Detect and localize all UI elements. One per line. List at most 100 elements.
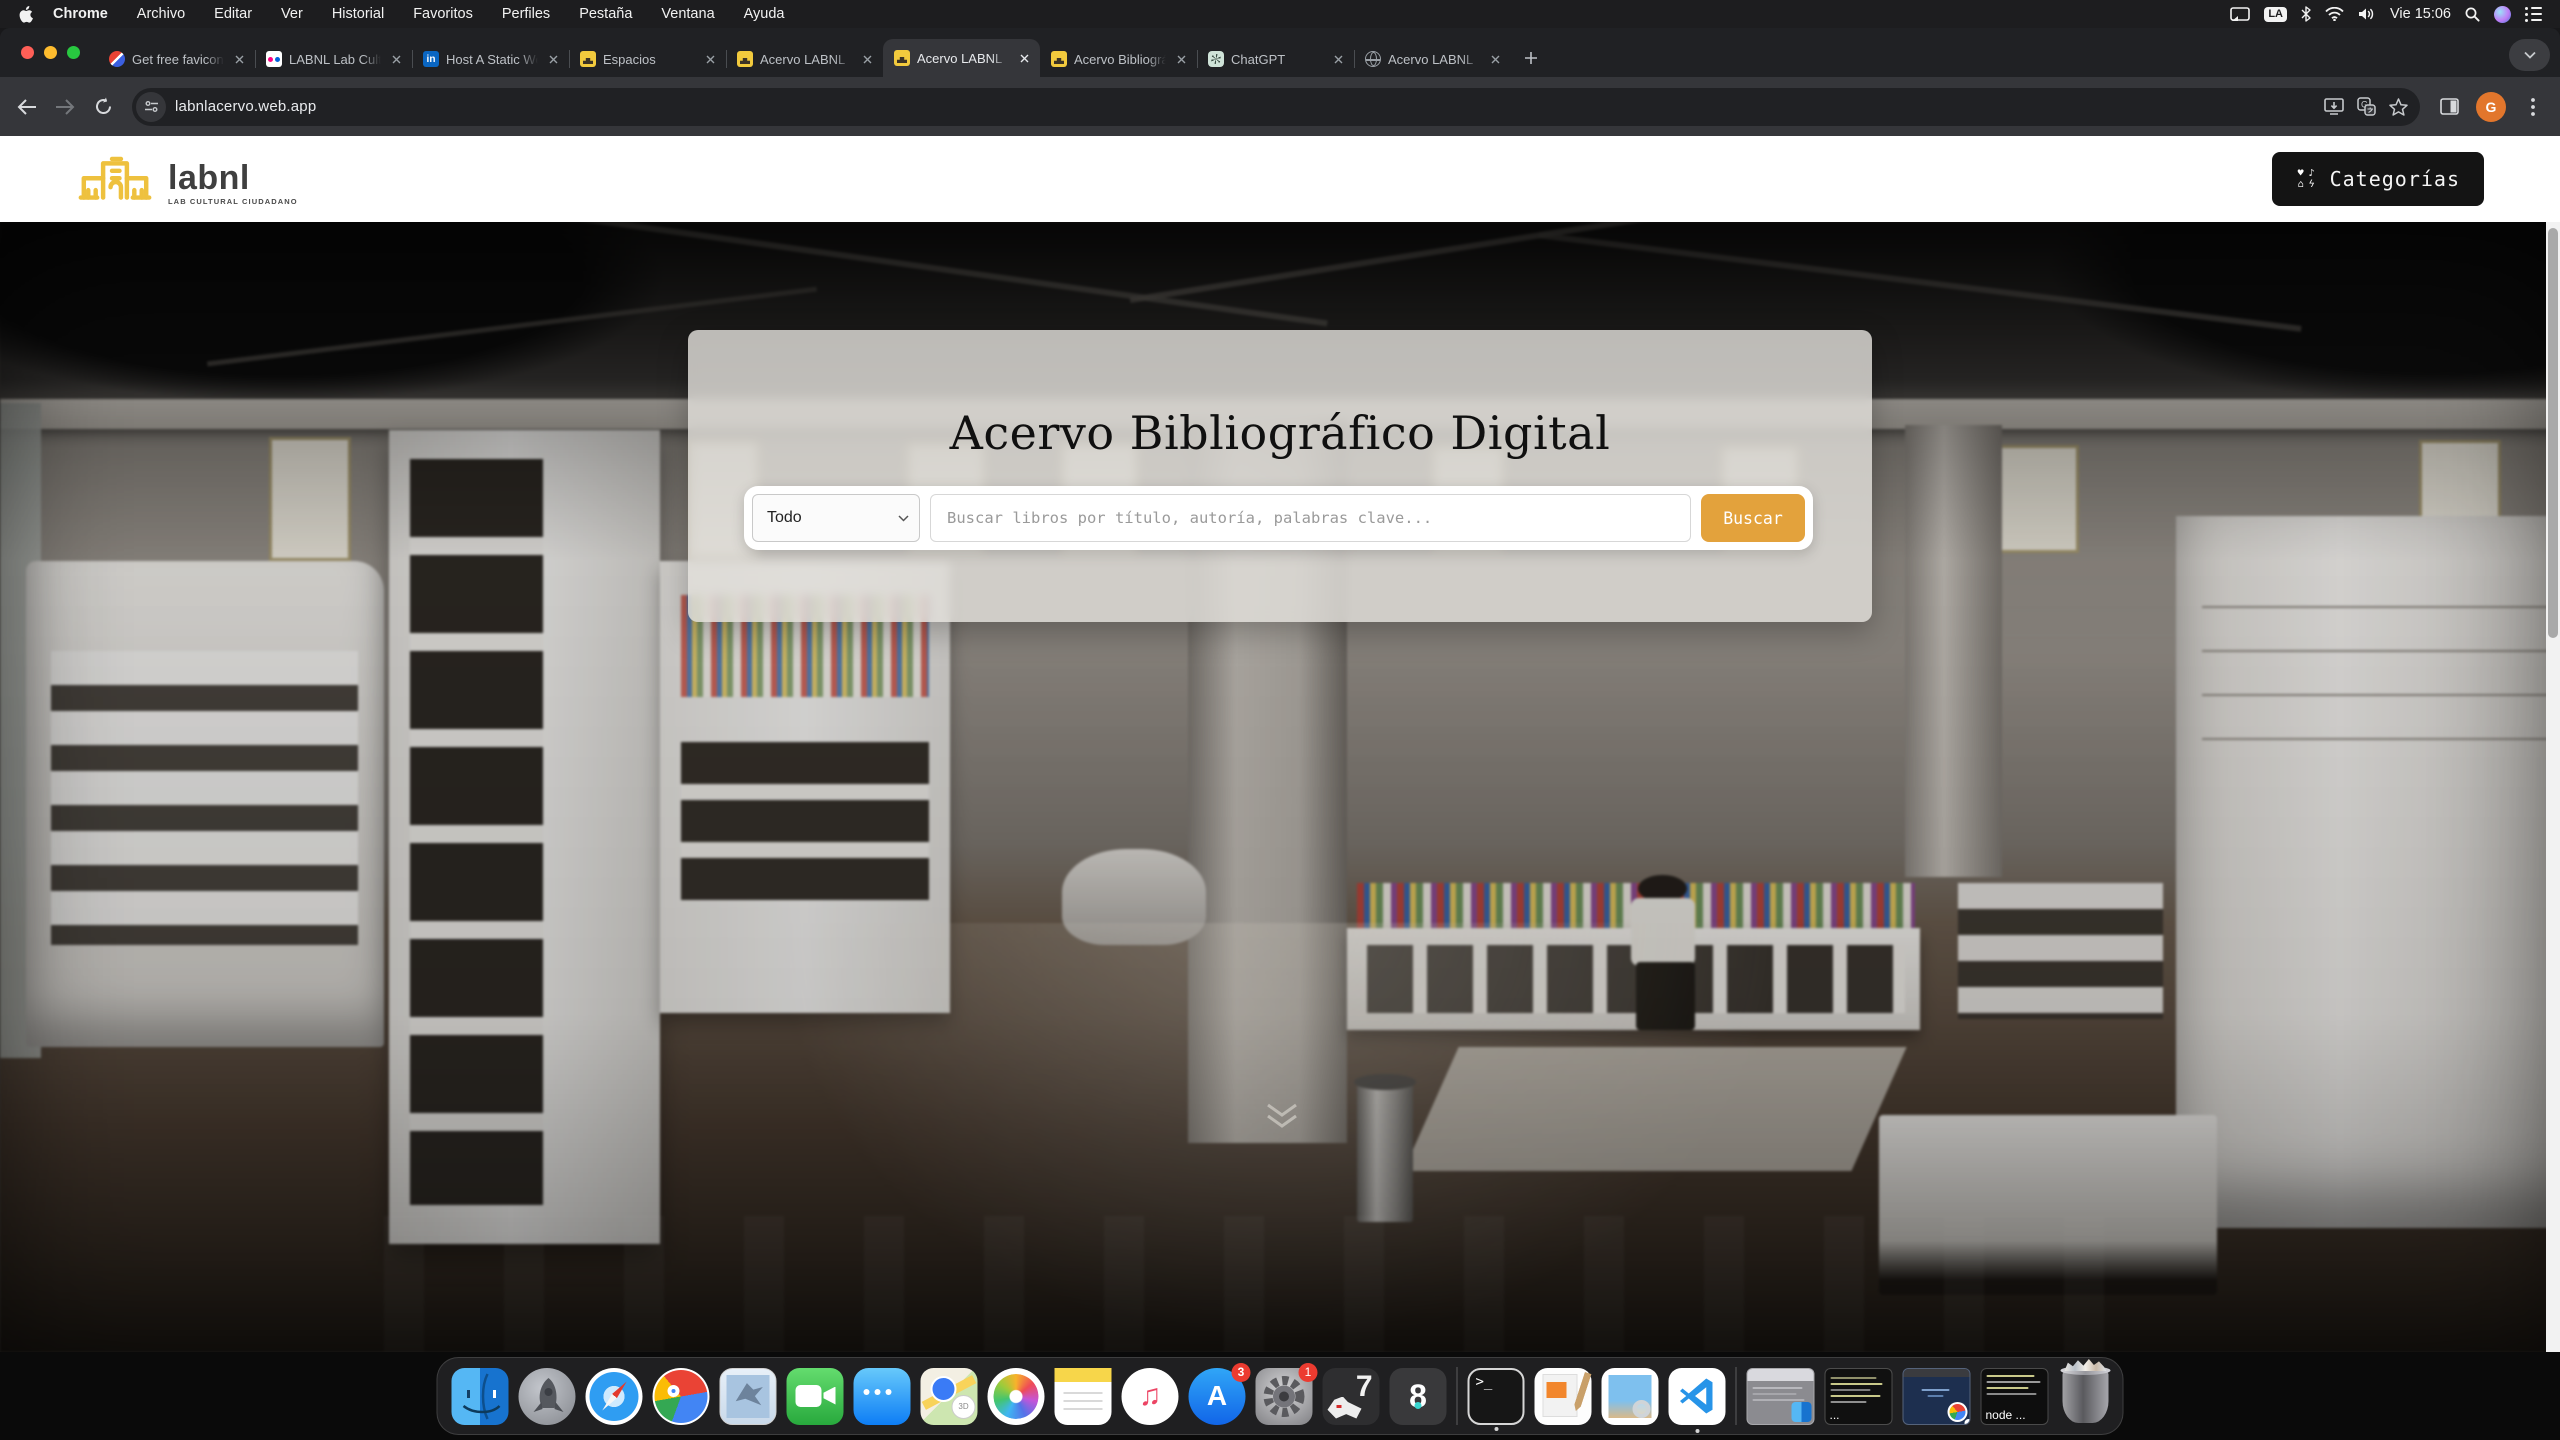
url-text[interactable]: labnlacervo.web.app [175, 98, 2318, 115]
bookmark-star-icon[interactable] [2382, 91, 2414, 123]
globe-icon [1365, 51, 1381, 67]
dock-chrome-icon[interactable] [653, 1368, 710, 1425]
dock-maps-icon[interactable]: 3D [921, 1368, 978, 1425]
dock-safari-icon[interactable] [586, 1368, 643, 1425]
search-button[interactable]: Buscar [1701, 494, 1805, 542]
tab-close-icon[interactable] [1173, 51, 1189, 67]
menu-item-favoritos[interactable]: Favoritos [404, 6, 482, 22]
dock-messages-icon[interactable] [854, 1368, 911, 1425]
wifi-icon[interactable] [2325, 7, 2344, 21]
dock-photos-icon[interactable] [988, 1368, 1045, 1425]
dock-appstore-icon[interactable]: A 3 [1189, 1368, 1246, 1425]
menu-item-editar[interactable]: Editar [205, 6, 261, 22]
dock: 3D ♫ A 3 1 7 8 >_ [437, 1357, 2124, 1435]
page-scrollbar[interactable] [2546, 222, 2560, 1352]
dock-trash-icon[interactable] [2063, 1369, 2109, 1423]
minimize-window-button[interactable] [44, 46, 57, 59]
page-content: labnl LAB CULTURAL CIUDADANO ♥♪⌂ϟ Catego… [0, 136, 2560, 1440]
reload-button[interactable] [86, 90, 120, 124]
minimized-terminal-window[interactable]: ... [1825, 1368, 1893, 1425]
tab-close-icon[interactable] [859, 51, 875, 67]
tab-get-free-favicon[interactable]: Get free favicon - down [98, 41, 255, 77]
back-button[interactable] [10, 90, 44, 124]
control-center-icon[interactable] [2525, 7, 2542, 22]
maximize-window-button[interactable] [67, 46, 80, 59]
dock-rhino-icon[interactable]: 7 [1323, 1368, 1380, 1425]
tabs: Get free favicon - down LABNL Lab Cultur… [98, 28, 1545, 77]
dock-preview-icon[interactable] [1602, 1368, 1659, 1425]
tab-search-button[interactable] [2509, 39, 2550, 71]
logo-tagline: LAB CULTURAL CIUDADANO [168, 198, 298, 206]
minimized-chrome-window[interactable] [1903, 1368, 1971, 1425]
minimized-finder-window[interactable] [1747, 1368, 1815, 1425]
screen-mirroring-icon[interactable] [2230, 7, 2250, 22]
tab-close-icon[interactable] [1016, 50, 1032, 66]
labnl-favicon [894, 50, 910, 66]
bluetooth-icon[interactable] [2301, 6, 2311, 22]
tab-acervo-labnl-2[interactable]: Acervo LABNL [1354, 41, 1511, 77]
dock-music-icon[interactable]: ♫ [1122, 1368, 1179, 1425]
translate-icon[interactable]: G [2350, 91, 2382, 123]
tab-close-icon[interactable] [231, 51, 247, 67]
tab-chatgpt[interactable]: ChatGPT [1197, 41, 1354, 77]
apple-menu-icon[interactable] [18, 6, 33, 23]
close-window-button[interactable] [21, 46, 34, 59]
settings-badge: 1 [1299, 1363, 1318, 1382]
menu-item-historial[interactable]: Historial [323, 6, 393, 22]
tab-close-icon[interactable] [388, 51, 404, 67]
profile-avatar[interactable]: G [2476, 92, 2506, 122]
siri-icon[interactable] [2494, 6, 2511, 23]
address-bar[interactable]: labnlacervo.web.app G [132, 88, 2420, 126]
hero-section: Acervo Bibliográfico Digital Todo Buscar [0, 222, 2560, 1352]
dock-pages-icon[interactable] [1535, 1368, 1592, 1425]
tab-acervo-labnl-1[interactable]: Acervo LABNL [726, 41, 883, 77]
scroll-down-icon [1265, 1103, 1299, 1129]
new-tab-button[interactable] [1517, 44, 1545, 72]
dock-app8-icon[interactable]: 8 [1390, 1368, 1447, 1425]
search-filter-select[interactable]: Todo [752, 494, 920, 542]
search-bar: Todo Buscar [744, 486, 1813, 550]
site-settings-icon[interactable] [136, 92, 166, 122]
dock-notes-icon[interactable] [1055, 1368, 1112, 1425]
tab-close-icon[interactable] [1330, 51, 1346, 67]
tab-labnl-lab-cultural[interactable]: LABNL Lab Cultural Ciu [255, 41, 412, 77]
tab-close-icon[interactable] [1487, 51, 1503, 67]
chevron-down-icon [898, 515, 909, 522]
volume-icon[interactable] [2358, 7, 2376, 21]
menu-item-ventana[interactable]: Ventana [652, 6, 723, 22]
minimized-node-window[interactable]: node ... [1981, 1368, 2049, 1425]
tab-close-icon[interactable] [702, 51, 718, 67]
side-panel-icon[interactable] [2432, 90, 2466, 124]
tab-acervo-bibliografico[interactable]: Acervo Bibliográfico LA [1040, 41, 1197, 77]
dock-launchpad-icon[interactable] [519, 1368, 576, 1425]
dock-finder-icon[interactable] [452, 1368, 509, 1425]
dock-facetime-icon[interactable] [787, 1368, 844, 1425]
tab-espacios[interactable]: Espacios [569, 41, 726, 77]
menu-app-name[interactable]: Chrome [44, 6, 117, 22]
search-input[interactable] [930, 494, 1691, 542]
tab-host-static-website[interactable]: in Host A Static Website O [412, 41, 569, 77]
labnl-logo[interactable]: labnl LAB CULTURAL CIUDADANO [76, 153, 298, 205]
forward-button[interactable] [48, 90, 82, 124]
dock-terminal-icon[interactable]: >_ [1468, 1368, 1525, 1425]
spotlight-icon[interactable] [2465, 7, 2480, 22]
dock-vscode-icon[interactable] [1669, 1368, 1726, 1425]
menu-item-perfiles[interactable]: Perfiles [493, 6, 559, 22]
input-source-icon[interactable]: LA [2264, 7, 2287, 22]
browser-menu-icon[interactable] [2516, 90, 2550, 124]
dock-divider [1457, 1367, 1458, 1425]
menu-clock[interactable]: Vie 15:06 [2390, 6, 2451, 22]
menu-item-ver[interactable]: Ver [272, 6, 312, 22]
dock-mail-icon[interactable] [720, 1368, 777, 1425]
install-app-icon[interactable] [2318, 91, 2350, 123]
categories-button[interactable]: ♥♪⌂ϟ Categorías [2272, 152, 2484, 206]
favicon-heart-icon [109, 51, 125, 67]
tab-acervo-labnl-active[interactable]: Acervo LABNL [883, 39, 1040, 77]
dock-settings-icon[interactable]: 1 [1256, 1368, 1313, 1425]
scrollbar-thumb[interactable] [2548, 228, 2558, 638]
menu-item-ayuda[interactable]: Ayuda [735, 6, 794, 22]
tab-close-icon[interactable] [545, 51, 561, 67]
menu-item-pestana[interactable]: Pestaña [570, 6, 641, 22]
logo-text: labnl [168, 161, 298, 195]
menu-item-archivo[interactable]: Archivo [128, 6, 194, 22]
